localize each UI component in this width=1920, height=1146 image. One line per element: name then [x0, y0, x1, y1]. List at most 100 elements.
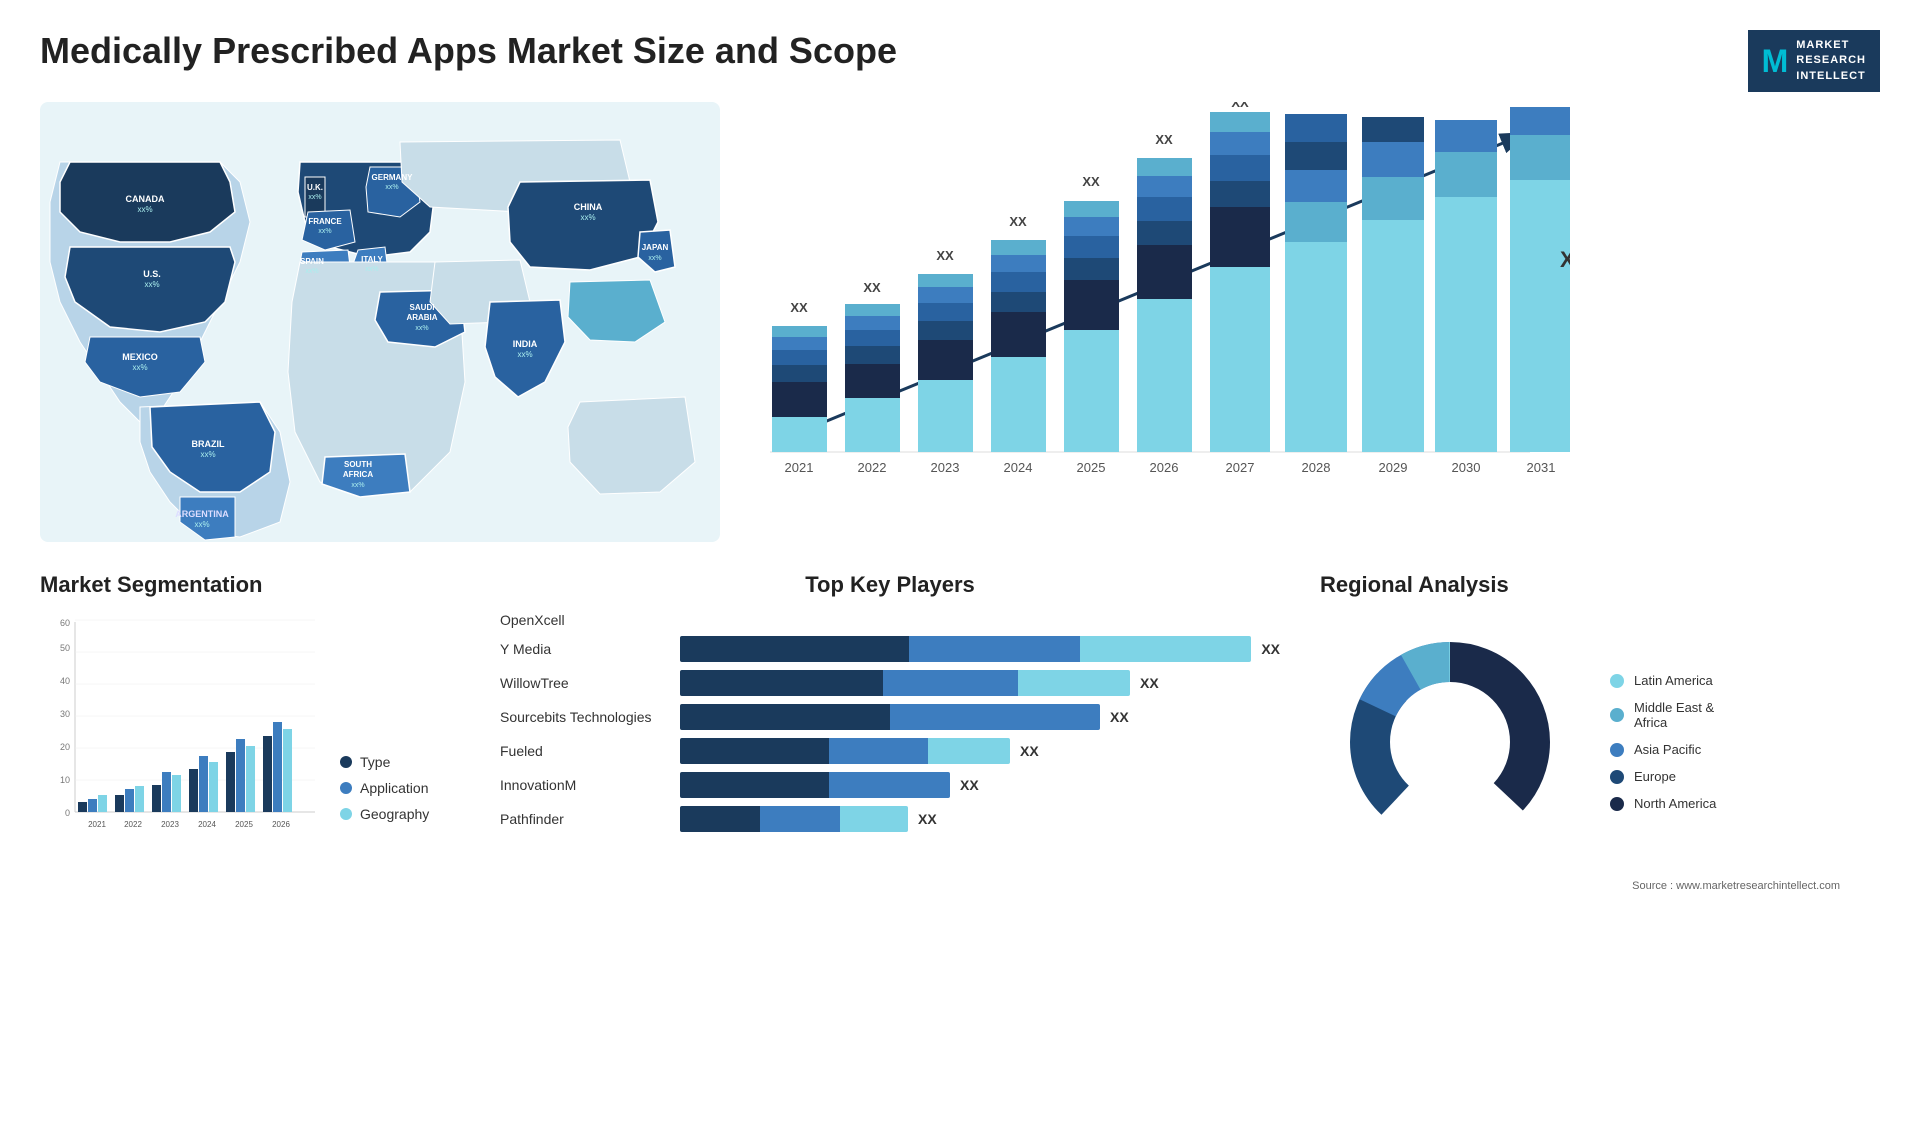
north-america-label: North America [1634, 796, 1716, 811]
segmentation-title: Market Segmentation [40, 572, 460, 598]
svg-text:30: 30 [60, 709, 70, 719]
svg-text:XX: XX [1560, 247, 1570, 272]
player-sourcebits: Sourcebits Technologies XX [500, 704, 1280, 730]
player-fueled: Fueled XX [500, 738, 1280, 764]
svg-text:2023: 2023 [161, 820, 179, 829]
player-val-fueled: XX [1020, 743, 1039, 759]
svg-text:U.S.: U.S. [143, 269, 161, 279]
svg-text:U.K.: U.K. [307, 183, 323, 192]
svg-text:2030: 2030 [1452, 460, 1481, 475]
svg-text:FRANCE: FRANCE [308, 217, 342, 226]
svg-text:JAPAN: JAPAN [642, 243, 669, 252]
svg-text:XX: XX [1155, 132, 1173, 147]
bar-2031: 2031 XX [1510, 107, 1570, 475]
svg-text:ITALY: ITALY [361, 255, 383, 264]
svg-text:SAUDI: SAUDI [410, 303, 435, 312]
player-willowtree: WillowTree XX [500, 670, 1280, 696]
svg-text:2031: 2031 [1527, 460, 1556, 475]
legend-type-label: Type [360, 754, 390, 770]
svg-text:XX: XX [1231, 102, 1249, 110]
map-section: CANADA xx% U.S. xx% MEXICO xx% BRAZIL xx… [40, 102, 660, 542]
svg-text:2026: 2026 [272, 820, 290, 829]
player-name-openxcell: OpenXcell [500, 612, 670, 628]
legend-mea: Middle East &Africa [1610, 700, 1716, 730]
svg-text:MEXICO: MEXICO [122, 352, 158, 362]
seg-chart-area: 0 10 20 30 40 50 60 [40, 612, 460, 852]
svg-text:2021: 2021 [785, 460, 814, 475]
asia-pacific-label: Asia Pacific [1634, 742, 1701, 757]
seg-legend: Type Application Geography [340, 754, 429, 852]
svg-text:XX: XX [1082, 174, 1100, 189]
bar-2030: 2030 [1435, 120, 1497, 475]
player-name-ymedia: Y Media [500, 641, 670, 657]
bar-2025: XX 2025 [1064, 174, 1119, 475]
svg-text:xx%: xx% [648, 255, 661, 262]
legend-latin-america: Latin America [1610, 673, 1716, 688]
legend-application-label: Application [360, 780, 429, 796]
svg-text:XX: XX [936, 248, 954, 263]
bar-2021: XX 2021 [772, 300, 827, 475]
legend-type: Type [340, 754, 429, 770]
north-america-dot [1610, 797, 1624, 811]
legend-geography: Geography [340, 806, 429, 822]
svg-text:2026: 2026 [1150, 460, 1179, 475]
svg-text:XX: XX [863, 280, 881, 295]
bar-2027: 2027 [1210, 112, 1270, 475]
svg-text:60: 60 [60, 618, 70, 628]
logo-text: MARKETRESEARCHINTELLECT [1796, 38, 1866, 84]
svg-text:xx%: xx% [415, 325, 428, 332]
growth-bar-chart: XX 2021 XX 2022 XX [710, 102, 1570, 522]
logo-letter: M [1762, 39, 1789, 84]
svg-text:2028: 2028 [1302, 460, 1331, 475]
player-name-pathfinder: Pathfinder [500, 811, 670, 827]
segmentation-chart: 0 10 20 30 40 50 60 [40, 612, 320, 852]
player-ymedia: Y Media XX [500, 636, 1280, 662]
svg-text:2025: 2025 [235, 820, 253, 829]
svg-text:CANADA: CANADA [126, 194, 165, 204]
player-val-willowtree: XX [1140, 675, 1159, 691]
svg-text:2022: 2022 [124, 820, 142, 829]
bar-2022: XX 2022 [845, 280, 900, 475]
svg-text:xx%: xx% [137, 205, 152, 214]
main-content: CANADA xx% U.S. xx% MEXICO xx% BRAZIL xx… [0, 102, 1920, 902]
type-dot [340, 756, 352, 768]
svg-text:XX: XX [790, 300, 808, 315]
player-val-ymedia: XX [1261, 641, 1280, 657]
svg-text:2025: 2025 [1077, 460, 1106, 475]
svg-text:2029: 2029 [1379, 460, 1408, 475]
legend-asia-pacific: Asia Pacific [1610, 742, 1716, 757]
player-innovationm: InnovationM XX [500, 772, 1280, 798]
source-text: Source : www.marketresearchintellect.com [1320, 880, 1880, 892]
bar-2023: XX 2023 [918, 248, 973, 475]
svg-text:SPAIN: SPAIN [300, 257, 324, 266]
regional-section: Regional Analysis [1320, 562, 1880, 902]
player-name-willowtree: WillowTree [500, 675, 670, 691]
legend-europe: Europe [1610, 769, 1716, 784]
svg-text:xx%: xx% [351, 482, 364, 489]
svg-text:AFRICA: AFRICA [343, 470, 373, 479]
svg-text:xx%: xx% [305, 268, 318, 275]
player-pathfinder: Pathfinder XX [500, 806, 1280, 832]
svg-text:xx%: xx% [580, 213, 595, 222]
svg-text:xx%: xx% [308, 194, 321, 201]
svg-text:BRAZIL: BRAZIL [192, 439, 225, 449]
donut-chart [1320, 612, 1580, 872]
bar-2029: 2029 [1362, 117, 1424, 475]
donut-area: Latin America Middle East &Africa Asia P… [1320, 612, 1880, 872]
svg-text:50: 50 [60, 643, 70, 653]
svg-text:ARGENTINA: ARGENTINA [175, 509, 229, 519]
svg-text:XX: XX [1009, 214, 1027, 229]
world-map: CANADA xx% U.S. xx% MEXICO xx% BRAZIL xx… [40, 102, 720, 542]
svg-text:2027: 2027 [1226, 460, 1255, 475]
page-title: Medically Prescribed Apps Market Size an… [40, 30, 897, 72]
players-title: Top Key Players [500, 572, 1280, 598]
svg-text:xx%: xx% [132, 363, 147, 372]
svg-text:2021: 2021 [88, 820, 106, 829]
svg-text:0: 0 [65, 808, 70, 818]
player-val-sourcebits: XX [1110, 709, 1129, 725]
svg-text:10: 10 [60, 775, 70, 785]
svg-text:INDIA: INDIA [513, 339, 538, 349]
europe-dot [1610, 770, 1624, 784]
svg-text:CHINA: CHINA [574, 202, 603, 212]
bar-2028: 2028 [1285, 114, 1347, 475]
